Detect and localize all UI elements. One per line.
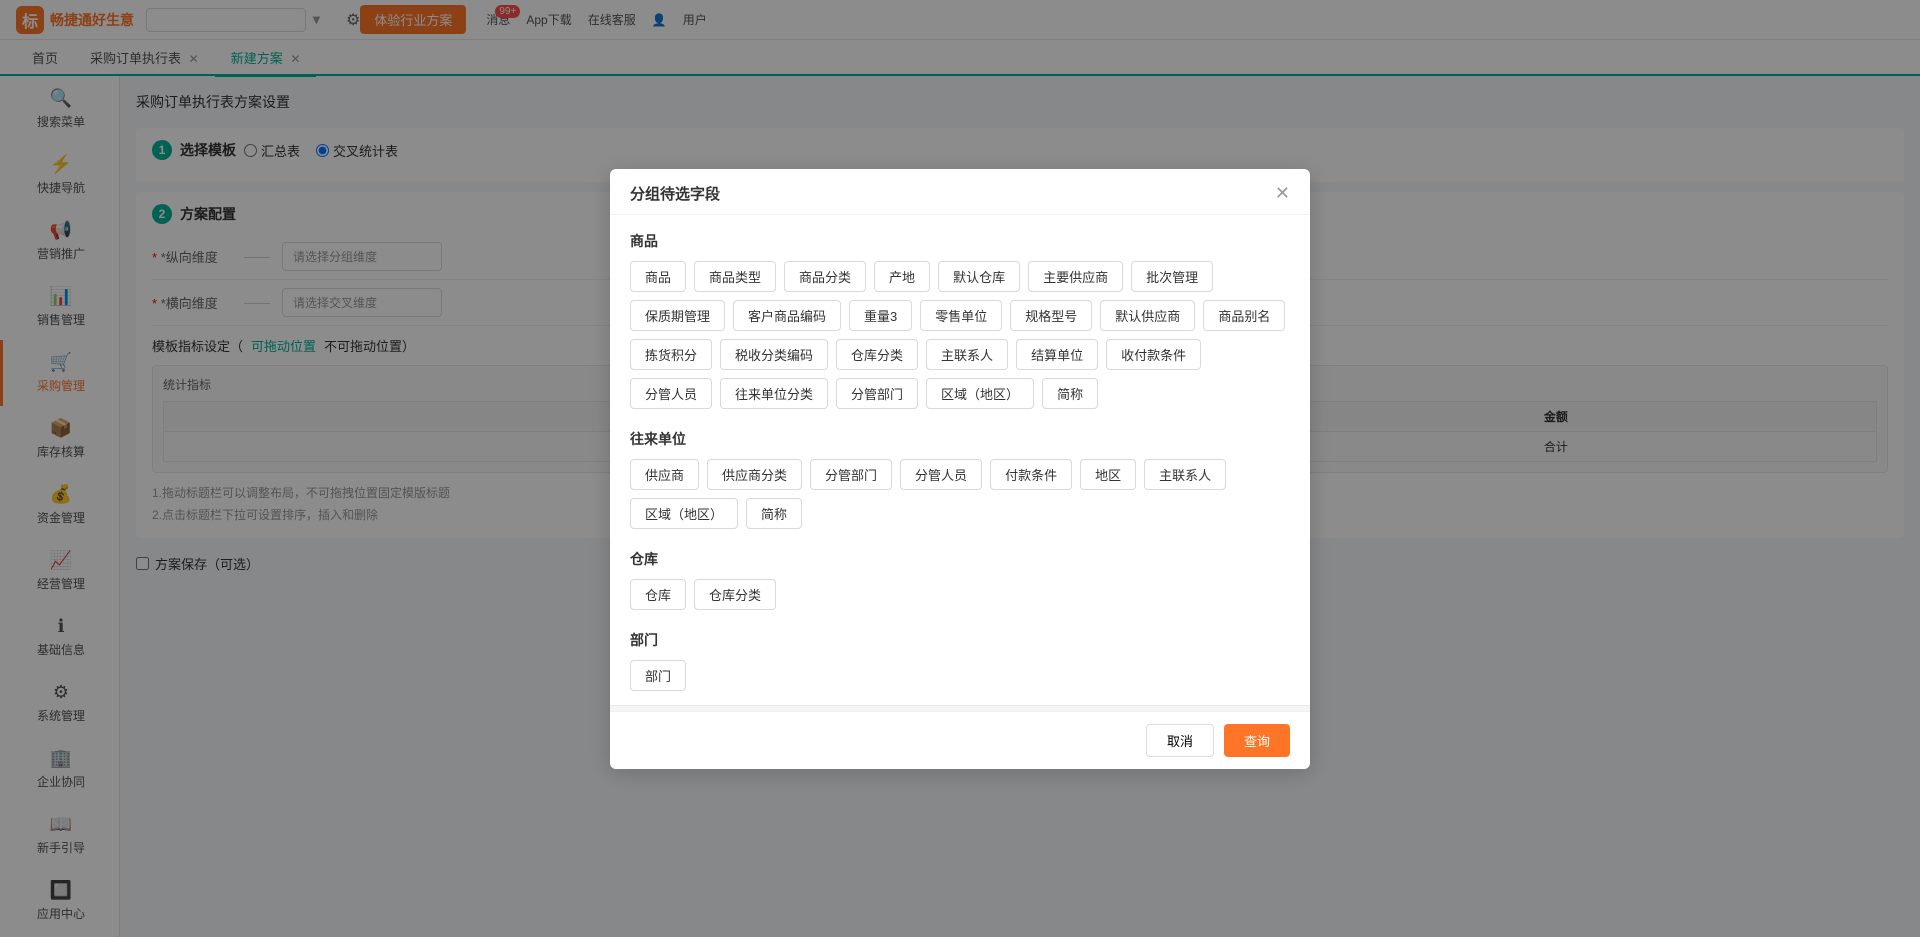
- field-tag[interactable]: 规格型号: [1010, 300, 1092, 331]
- field-tag[interactable]: 默认供应商: [1100, 300, 1195, 331]
- modal-title: 分组待选字段: [630, 183, 720, 204]
- field-tag[interactable]: 批次管理: [1131, 261, 1213, 292]
- partner-tags: 供应商 供应商分类 分管部门 分管人员 付款条件 地区 主联系人 区域（地区） …: [630, 459, 1290, 529]
- modal-body: 商品 商品 商品类型 商品分类 产地 默认仓库 主要供应商 批次管理 保质期管理…: [610, 215, 1310, 705]
- goods-tags: 商品 商品类型 商品分类 产地 默认仓库 主要供应商 批次管理 保质期管理 客户…: [630, 261, 1290, 409]
- field-tag[interactable]: 仓库: [630, 579, 686, 610]
- field-tag[interactable]: 区域（地区）: [630, 498, 738, 529]
- modal-footer: 取消 查询: [610, 711, 1310, 769]
- department-tags: 部门: [630, 660, 1290, 691]
- field-tag[interactable]: 仓库分类: [836, 339, 918, 370]
- field-tag[interactable]: 部门: [630, 660, 686, 691]
- field-group-warehouse: 仓库 仓库 仓库分类: [630, 549, 1290, 610]
- field-tag[interactable]: 区域（地区）: [926, 378, 1034, 409]
- modal-overlay: 分组待选字段 ✕ 商品 商品 商品类型 商品分类 产地 默认仓库 主要供应商 批…: [0, 0, 1920, 937]
- field-tag[interactable]: 供应商: [630, 459, 699, 490]
- field-tag[interactable]: 地区: [1080, 459, 1136, 490]
- field-group-goods: 商品 商品 商品类型 商品分类 产地 默认仓库 主要供应商 批次管理 保质期管理…: [630, 231, 1290, 409]
- field-tag[interactable]: 简称: [746, 498, 802, 529]
- field-tag[interactable]: 仓库分类: [694, 579, 776, 610]
- modal-cancel-button[interactable]: 取消: [1146, 724, 1214, 757]
- field-tag[interactable]: 往来单位分类: [720, 378, 828, 409]
- field-tag[interactable]: 简称: [1042, 378, 1098, 409]
- modal-header: 分组待选字段 ✕: [610, 169, 1310, 215]
- field-tag[interactable]: 分管部门: [836, 378, 918, 409]
- field-tag[interactable]: 分管人员: [900, 459, 982, 490]
- field-tag[interactable]: 默认仓库: [938, 261, 1020, 292]
- field-tag[interactable]: 商品类型: [694, 261, 776, 292]
- field-tag[interactable]: 保质期管理: [630, 300, 725, 331]
- field-tag[interactable]: 付款条件: [990, 459, 1072, 490]
- field-tag[interactable]: 分管部门: [810, 459, 892, 490]
- field-tag[interactable]: 重量3: [849, 300, 912, 331]
- field-group-partner-title: 往来单位: [630, 429, 1290, 449]
- field-group-department-title: 部门: [630, 630, 1290, 650]
- field-tag[interactable]: 收付款条件: [1106, 339, 1201, 370]
- field-tag[interactable]: 商品别名: [1203, 300, 1285, 331]
- field-group-warehouse-title: 仓库: [630, 549, 1290, 569]
- field-group-goods-title: 商品: [630, 231, 1290, 251]
- field-tag[interactable]: 客户商品编码: [733, 300, 841, 331]
- field-tag[interactable]: 商品: [630, 261, 686, 292]
- field-tag[interactable]: 主联系人: [926, 339, 1008, 370]
- field-tag[interactable]: 产地: [874, 261, 930, 292]
- modal-close-button[interactable]: ✕: [1275, 184, 1290, 202]
- field-tag[interactable]: 供应商分类: [707, 459, 802, 490]
- field-group-partner: 往来单位 供应商 供应商分类 分管部门 分管人员 付款条件 地区 主联系人 区域…: [630, 429, 1290, 529]
- field-tag[interactable]: 主要供应商: [1028, 261, 1123, 292]
- field-tag[interactable]: 税收分类编码: [720, 339, 828, 370]
- modal-confirm-button[interactable]: 查询: [1224, 724, 1290, 757]
- field-tag[interactable]: 结算单位: [1016, 339, 1098, 370]
- field-tag[interactable]: 零售单位: [920, 300, 1002, 331]
- field-tag[interactable]: 主联系人: [1144, 459, 1226, 490]
- field-group-department: 部门 部门: [630, 630, 1290, 691]
- field-tag[interactable]: 商品分类: [784, 261, 866, 292]
- field-tag[interactable]: 拣货积分: [630, 339, 712, 370]
- warehouse-tags: 仓库 仓库分类: [630, 579, 1290, 610]
- modal: 分组待选字段 ✕ 商品 商品 商品类型 商品分类 产地 默认仓库 主要供应商 批…: [610, 169, 1310, 769]
- field-tag[interactable]: 分管人员: [630, 378, 712, 409]
